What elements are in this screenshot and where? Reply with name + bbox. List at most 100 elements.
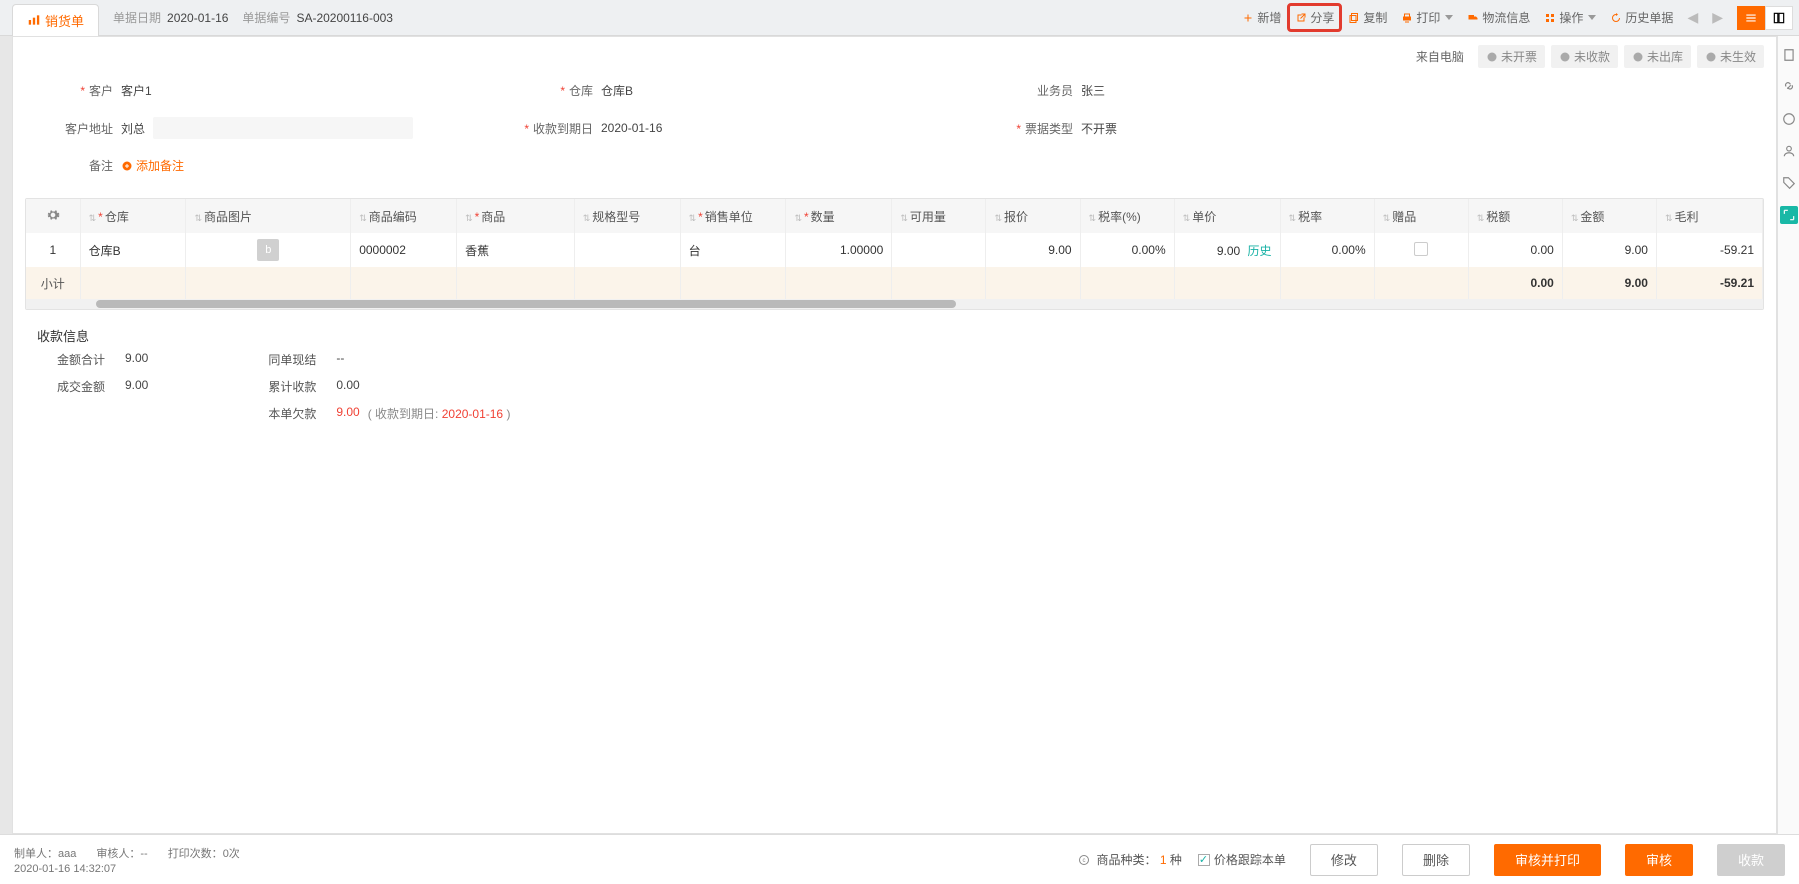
receive-button[interactable]: 收款 (1717, 844, 1785, 876)
col-price[interactable]: ⇅单价 (1174, 199, 1280, 233)
address-label: 客户地址 (41, 120, 113, 137)
next-record[interactable]: ▶ (1706, 7, 1729, 28)
chart-icon (27, 13, 41, 27)
invoice-type-value: 不开票 (1081, 120, 1117, 137)
add-note-button[interactable]: 添加备注 (121, 157, 184, 174)
rail-attachment[interactable] (1780, 78, 1798, 96)
salesman-value: 张三 (1081, 82, 1105, 99)
badge-unpaid[interactable]: 未收款 (1551, 45, 1618, 68)
print-icon (1401, 12, 1413, 24)
col-quote[interactable]: ⇅报价 (986, 199, 1080, 233)
col-settings[interactable] (26, 199, 80, 233)
table-hscrollbar[interactable] (26, 299, 1763, 309)
rail-user[interactable] (1780, 142, 1798, 160)
cell-quote: 9.00 (986, 233, 1080, 267)
edit-button[interactable]: 修改 (1310, 844, 1378, 876)
chevron-down-icon (1445, 15, 1453, 20)
note-label: 备注 (41, 157, 113, 174)
history-icon (1610, 12, 1622, 24)
add-button[interactable]: 新增 (1236, 5, 1287, 30)
info-icon (1632, 51, 1644, 63)
col-product[interactable]: ⇅*商品 (457, 199, 575, 233)
footer: 制单人：aaa 审核人：-- 打印次数：0次 2020-01-16 14:32:… (0, 834, 1799, 884)
table-header: ⇅*仓库 ⇅商品图片 ⇅商品编码 ⇅*商品 ⇅规格型号 ⇅*销售单位 ⇅*数量 … (26, 199, 1763, 233)
prev-record[interactable]: ◀ (1681, 7, 1704, 28)
bill-date-value: 2020-01-16 (167, 11, 228, 25)
info-icon (1486, 51, 1498, 63)
history-button[interactable]: 历史单据 (1604, 5, 1679, 30)
bill-date: 单据日期 2020-01-16 (113, 9, 228, 26)
col-unit[interactable]: ⇅*销售单位 (680, 199, 786, 233)
layout-icon (1772, 11, 1786, 25)
cell-unit: 台 (680, 233, 786, 267)
owe-amount: 9.00 (336, 405, 359, 422)
cell-gift[interactable] (1374, 233, 1468, 267)
badge-uninvoiced[interactable]: 未开票 (1478, 45, 1545, 68)
address-masked (153, 117, 413, 139)
cell-product: 香蕉 (457, 233, 575, 267)
col-tax-rate[interactable]: ⇅税率 (1280, 199, 1374, 233)
print-button[interactable]: 打印 (1395, 5, 1459, 30)
price-follow-checkbox[interactable]: 价格跟踪本单 (1198, 851, 1286, 868)
col-tax-amount[interactable]: ⇅税额 (1468, 199, 1562, 233)
tab-label: 销货单 (45, 11, 84, 30)
copy-icon (1348, 12, 1360, 24)
col-qty[interactable]: ⇅*数量 (786, 199, 892, 233)
rail-tag[interactable] (1780, 174, 1798, 192)
print-count: 0次 (223, 848, 240, 860)
image-placeholder-icon: b (257, 239, 279, 261)
rail-info[interactable] (1780, 110, 1798, 128)
cell-sku: 0000002 (351, 233, 457, 267)
col-amount[interactable]: ⇅金额 (1562, 199, 1656, 233)
due-label: 收款到期日 (521, 120, 593, 137)
col-rate-pct[interactable]: ⇅税率(%) (1080, 199, 1174, 233)
footer-timestamp: 2020-01-16 14:32:07 (14, 863, 116, 875)
note-icon (1782, 48, 1796, 62)
cum-amount: 0.00 (336, 378, 359, 395)
col-image[interactable]: ⇅商品图片 (186, 199, 351, 233)
col-sku[interactable]: ⇅商品编码 (351, 199, 457, 233)
payment-info: 金额合计9.00 成交金额9.00 同单现结-- 累计收款0.00 本单欠款 9… (13, 351, 1776, 422)
price-history-link[interactable]: 历史 (1248, 244, 1272, 258)
customer-label: 客户 (41, 82, 113, 99)
cell-image[interactable]: b (186, 233, 351, 267)
table-row[interactable]: 1 仓库B b 0000002 香蕉 台 1.00000 9.00 0.00% … (26, 233, 1763, 267)
kind-count: 1 (1160, 853, 1167, 867)
audit-print-button[interactable]: 审核并打印 (1494, 844, 1601, 876)
col-profit[interactable]: ⇅毛利 (1656, 199, 1762, 233)
subtotal-tax: 0.00 (1468, 267, 1562, 299)
info-outline-icon (1782, 112, 1796, 126)
logistics-button[interactable]: 物流信息 (1461, 5, 1536, 30)
col-warehouse[interactable]: ⇅*仓库 (80, 199, 186, 233)
rail-expand[interactable] (1780, 206, 1798, 224)
badge-ineffective[interactable]: 未生效 (1697, 45, 1764, 68)
footer-meta: 制单人：aaa 审核人：-- 打印次数：0次 2020-01-16 14:32:… (14, 845, 240, 875)
owe-due: ( 收款到期日: 2020-01-16 ) (368, 405, 511, 422)
audit-button[interactable]: 审核 (1625, 844, 1693, 876)
view-list[interactable] (1737, 6, 1765, 30)
col-gift[interactable]: ⇅赠品 (1374, 199, 1468, 233)
bill-date-label: 单据日期 (113, 9, 161, 26)
row-index: 1 (26, 233, 80, 267)
col-available[interactable]: ⇅可用量 (892, 199, 986, 233)
subtotal-label: 小计 (26, 267, 80, 299)
topbar: 销货单 单据日期 2020-01-16 单据编号 SA-20200116-003… (0, 0, 1799, 36)
gift-checkbox[interactable] (1414, 242, 1428, 256)
col-spec[interactable]: ⇅规格型号 (574, 199, 680, 233)
share-button[interactable]: 分享 (1289, 5, 1340, 30)
info-icon (1559, 51, 1571, 63)
copy-button[interactable]: 复制 (1342, 5, 1393, 30)
tab-sales-order[interactable]: 销货单 (12, 4, 99, 36)
delete-button[interactable]: 删除 (1402, 844, 1470, 876)
expand-icon (1782, 208, 1796, 222)
auditor-value: -- (140, 848, 147, 860)
toolbar-actions: 新增 分享 复制 打印 物流信息 操作 历史单据 ◀ (1236, 5, 1793, 30)
ops-button[interactable]: 操作 (1538, 5, 1602, 30)
status-badges: 来自电脑 未开票 未收款 未出库 未生效 (13, 37, 1776, 72)
view-detail[interactable] (1765, 6, 1793, 30)
grid-icon (1544, 12, 1556, 24)
cell-rate-pct: 0.00% (1080, 233, 1174, 267)
customer-value: 客户1 (121, 82, 152, 99)
badge-unshipped[interactable]: 未出库 (1624, 45, 1691, 68)
rail-note[interactable] (1780, 46, 1798, 64)
